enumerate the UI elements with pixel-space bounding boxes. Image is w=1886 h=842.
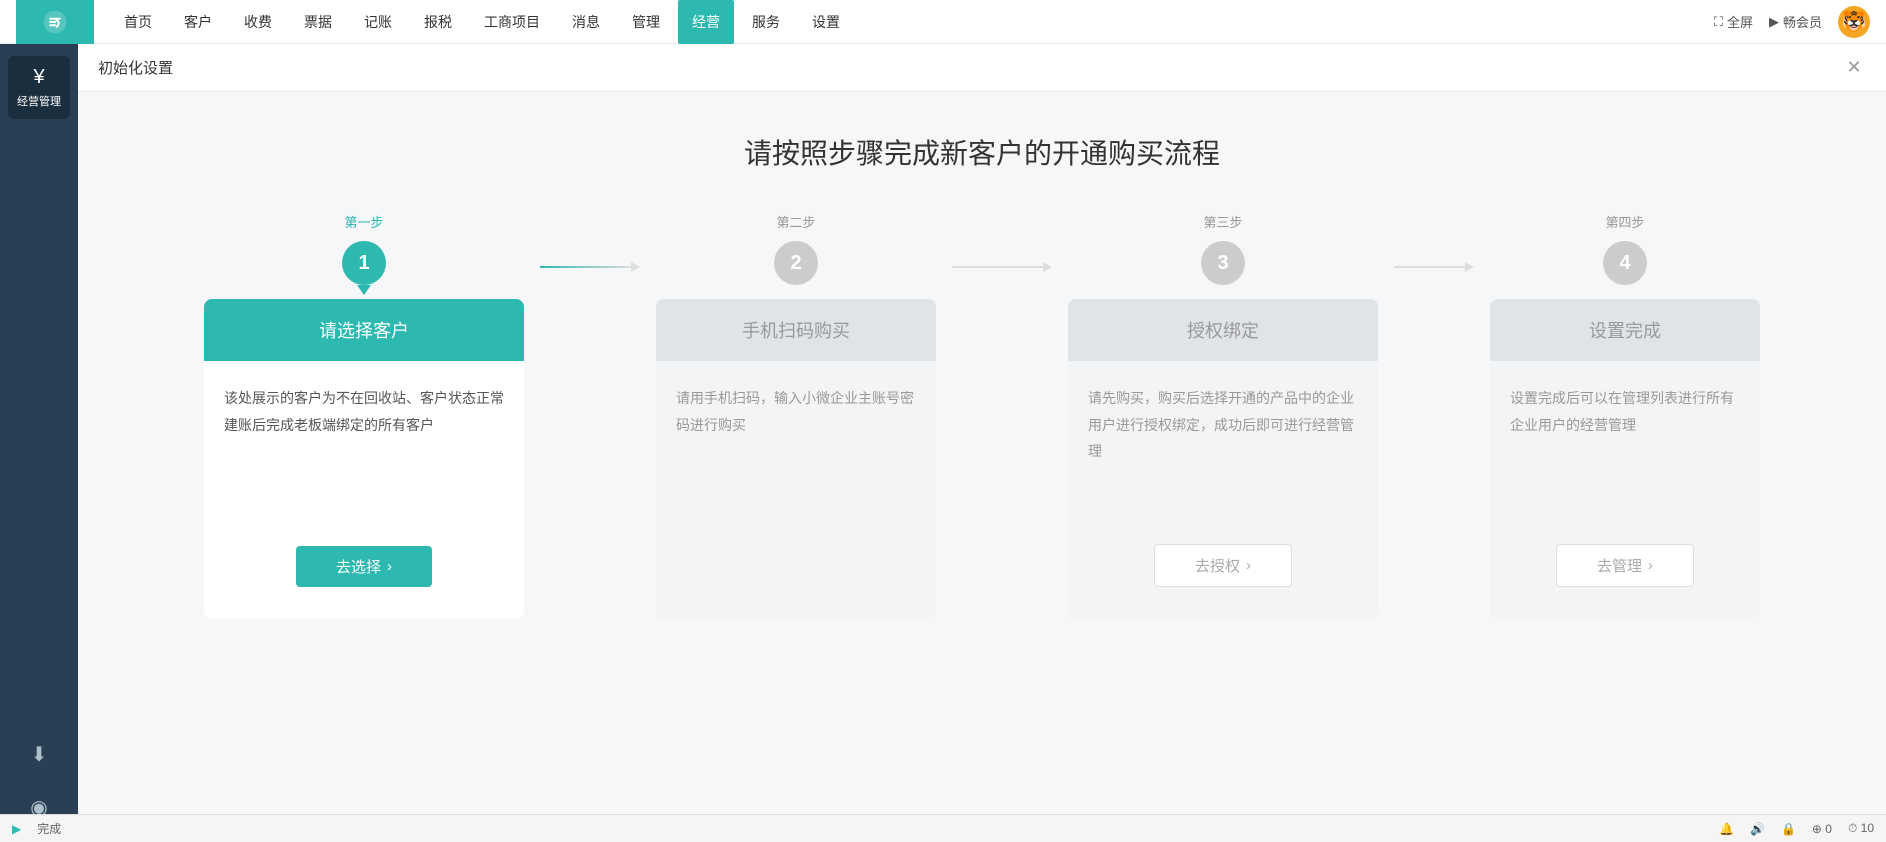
arrow-1 [540,262,640,272]
card-3-header: 授权绑定 [1068,299,1378,361]
avatar[interactable]: 🐯 [1838,6,1870,38]
page-header: 初始化设置 ✕ [78,44,1886,92]
step-4-column: 第四步 4 设置完成 设置完成后可以在管理列表进行所有企业用户的经营管理 去管理… [1490,212,1760,619]
step-1-indicator: 1 [342,241,386,285]
step-4-label: 第四步 [1605,212,1644,231]
card-1-footer: 去选择 › [204,530,524,603]
status-bar-right: 🔔 🔊 🔒 ⊕ 0 ⏱ 10 [1719,821,1874,836]
card-1-body: 该处展示的客户为不在回收站、客户状态正常建账后完成老板端绑定的所有客户 [204,361,524,530]
main-heading: 请按照步骤完成新客户的开通购买流程 [110,132,1854,172]
nav-account[interactable]: 记账 [350,0,406,44]
fullscreen-icon: ⛶ [1714,14,1723,30]
go-authorize-button[interactable]: 去授权 › [1154,544,1292,587]
steps-and-cards: 第一步 1 请选择客户 该处展示的客户为不在回收站、客户状态正常建账后完成老板端… [110,212,1854,619]
card-2-body: 请用手机扫码，输入小微企业主账号密码进行购买 [656,361,936,619]
step-2-label: 第二步 [776,212,815,231]
sidebar-item-operation[interactable]: ¥ 经营管理 [8,56,70,119]
sidebar: ¥ 经营管理 ⬇ ◉ [0,44,78,842]
volume-icon[interactable]: 🔊 [1750,822,1765,836]
card-4: 设置完成 设置完成后可以在管理列表进行所有企业用户的经营管理 去管理 › [1490,299,1760,619]
count-zero: ⊕ 0 [1812,822,1832,836]
card-2: 手机扫码购买 请用手机扫码，输入小微企业主账号密码进行购买 [656,299,936,619]
status-bar: ▶ 完成 🔔 🔊 🔒 ⊕ 0 ⏱ 10 [0,814,1886,842]
nav-manage[interactable]: 管理 [618,0,674,44]
nav-business[interactable]: 工商项目 [470,0,554,44]
arrow-icon-3: › [1246,557,1251,574]
timer: ⏱ 10 [1848,821,1874,836]
top-nav: 首页 客户 收费 票据 记账 报税 工商项目 消息 管理 经营 服务 设置 ⛶ … [0,0,1886,44]
lock-icon[interactable]: 🔒 [1781,822,1796,836]
step-2-column: 第二步 2 手机扫码购买 请用手机扫码，输入小微企业主账号密码进行购买 [656,212,936,619]
step-3-column: 第三步 3 授权绑定 请先购买，购买后选择开通的产品中的企业用户进行授权绑定，成… [1068,212,1378,619]
sidebar-download[interactable]: ⬇ [8,732,70,777]
step-1-circle: 1 [342,241,386,285]
step-1-column: 第一步 1 请选择客户 该处展示的客户为不在回收站、客户状态正常建账后完成老板端… [204,212,524,619]
download-icon: ⬇ [31,742,48,767]
operation-icon: ¥ [33,66,44,89]
play-icon: ▶ [1769,14,1779,30]
logo [16,0,94,44]
step-2-circle: 2 [774,241,818,285]
nav-tax[interactable]: 报税 [410,0,466,44]
nav-message[interactable]: 消息 [558,0,614,44]
status-text: 完成 [37,820,61,837]
close-button[interactable]: ✕ [1842,56,1866,80]
bell-icon[interactable]: 🔔 [1719,822,1734,836]
fullscreen-btn[interactable]: ⛶ 全屏 [1714,12,1753,31]
go-manage-button[interactable]: 去管理 › [1556,544,1694,587]
card-2-header: 手机扫码购买 [656,299,936,361]
arrow-3 [1394,262,1474,272]
nav-ticket[interactable]: 票据 [290,0,346,44]
nav-right: ⛶ 全屏 ▶ 畅会员 🐯 [1714,6,1870,38]
arrow-1-head [631,262,640,272]
card-1-header: 请选择客户 [204,299,524,361]
card-1: 请选择客户 该处展示的客户为不在回收站、客户状态正常建账后完成老板端绑定的所有客… [204,299,524,619]
arrow-3-line [1394,266,1465,268]
arrow-2 [952,262,1052,272]
arrow-2-line [952,266,1043,268]
step-1-pointer [357,285,371,295]
go-select-button[interactable]: 去选择 › [296,546,432,587]
arrow-2-head [1043,262,1052,272]
card-3: 授权绑定 请先购买，购买后选择开通的产品中的企业用户进行授权绑定，成功后即可进行… [1068,299,1378,619]
page-title: 初始化设置 [98,57,173,78]
arrow-icon: › [387,558,392,575]
card-4-body: 设置完成后可以在管理列表进行所有企业用户的经营管理 [1490,361,1760,528]
play-status-icon: ▶ [12,822,21,836]
arrow-3-head [1465,262,1474,272]
nav-home[interactable]: 首页 [110,0,166,44]
card-4-footer: 去管理 › [1490,528,1760,603]
content-area: 请按照步骤完成新客户的开通购买流程 第一步 1 请选择客户 该处展 [78,92,1886,643]
layout: ¥ 经营管理 ⬇ ◉ 初始化设置 ✕ 请按照步骤完成新客户的开通购买流程 [0,44,1886,842]
member-btn[interactable]: ▶ 畅会员 [1769,12,1822,31]
nav-items: 首页 客户 收费 票据 记账 报税 工商项目 消息 管理 经营 服务 设置 [110,0,1714,44]
step-3-circle: 3 [1201,241,1245,285]
card-3-body: 请先购买，购买后选择开通的产品中的企业用户进行授权绑定，成功后即可进行经营管理 [1068,361,1378,528]
step-3-label: 第三步 [1203,212,1242,231]
nav-customer[interactable]: 客户 [170,0,226,44]
arrow-icon-4: › [1648,557,1653,574]
nav-service[interactable]: 服务 [738,0,794,44]
step-4-circle: 4 [1603,241,1647,285]
nav-settings[interactable]: 设置 [798,0,854,44]
step-1-label: 第一步 [344,212,383,231]
card-3-footer: 去授权 › [1068,528,1378,603]
nav-operation[interactable]: 经营 [678,0,734,44]
nav-fee[interactable]: 收费 [230,0,286,44]
main-content: 初始化设置 ✕ 请按照步骤完成新客户的开通购买流程 第一步 1 [78,44,1886,842]
card-4-header: 设置完成 [1490,299,1760,361]
arrow-1-line [540,266,631,268]
